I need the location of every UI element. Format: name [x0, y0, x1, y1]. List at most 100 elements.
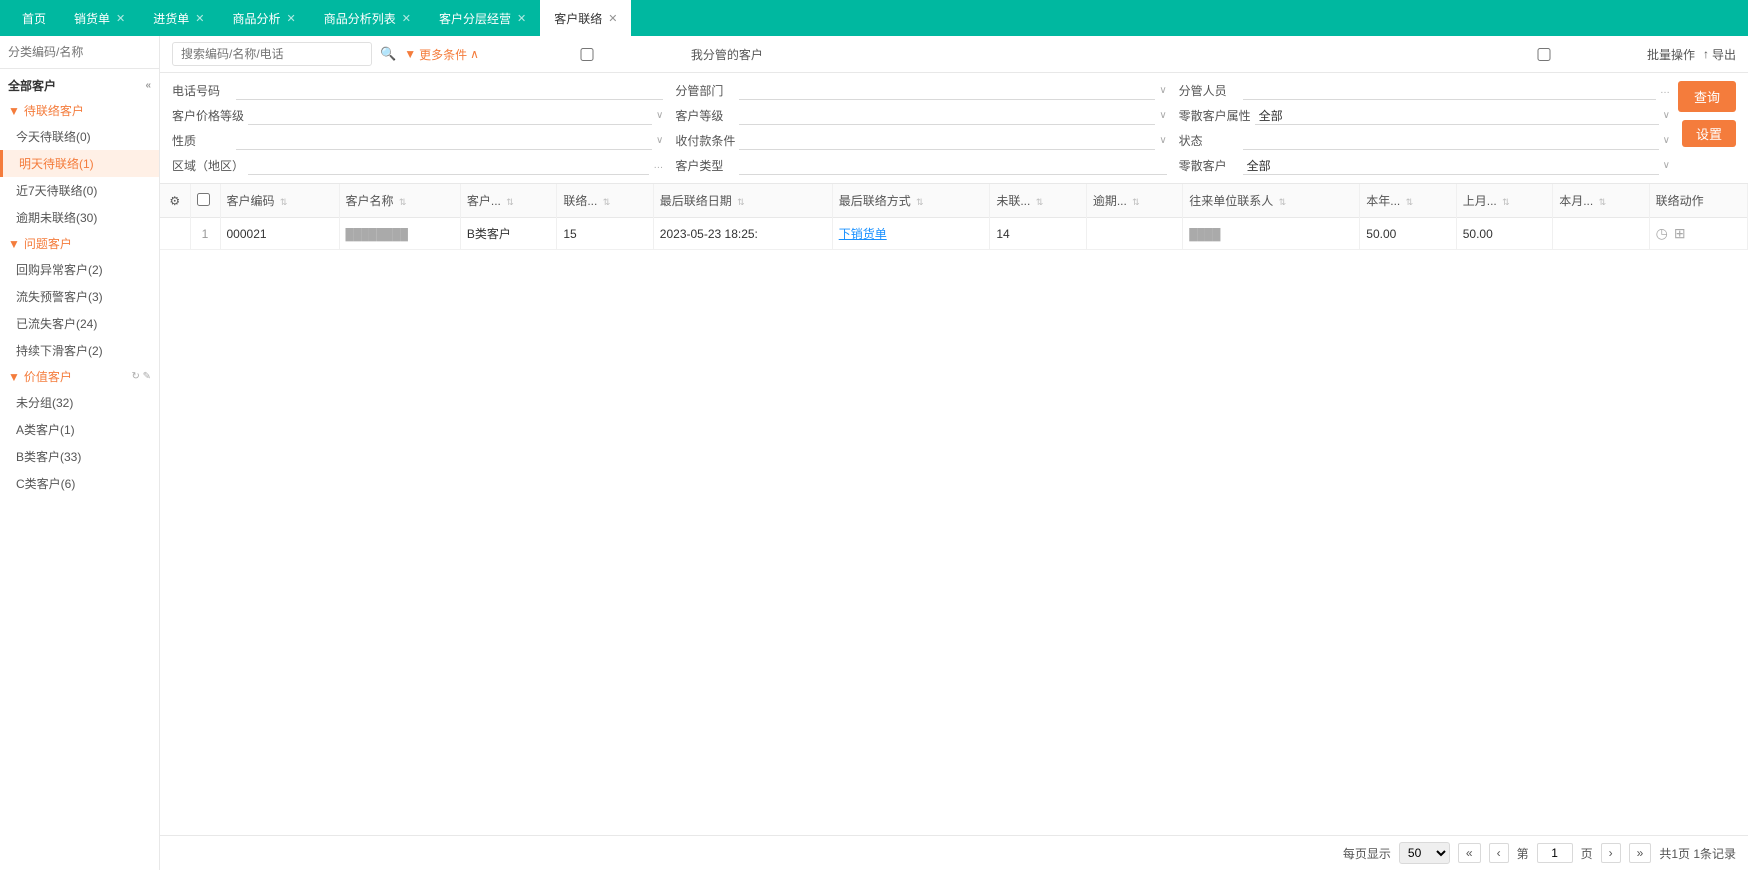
price-grade-dropdown-icon[interactable]: ∨ — [656, 110, 663, 121]
sidebar: 🔍 全部客户 « ▼ 待联络客户 今天待联络(0) 明天待联络(1) 近7天待联… — [0, 36, 160, 870]
price-grade-input[interactable] — [248, 106, 652, 125]
nav-customer-segmentation[interactable]: 客户分层经营 ✕ — [425, 0, 540, 36]
nature-input[interactable] — [236, 131, 652, 150]
th-this-month[interactable]: 本月... ⇅ — [1553, 184, 1649, 218]
sidebar-search-input[interactable] — [8, 45, 160, 59]
close-product-analysis[interactable]: ✕ — [287, 12, 296, 25]
group-label-problem-customers[interactable]: ▼ 问题客户 — [0, 231, 159, 256]
sidebar-item-tomorrow-contact[interactable]: 明天待联络(1) — [0, 150, 159, 177]
value-customers-icons[interactable]: ↻ ✎ — [131, 371, 151, 382]
th-name[interactable]: 客户名称 ⇅ — [339, 184, 460, 218]
retail-customer-input[interactable] — [1243, 156, 1659, 175]
status-input[interactable] — [1243, 131, 1659, 150]
sidebar-item-churned[interactable]: 已流失客户(24) — [0, 310, 159, 337]
sidebar-item-ungrouped[interactable]: 未分组(32) — [0, 389, 159, 416]
sidebar-item-today-contact[interactable]: 今天待联络(0) — [0, 123, 159, 150]
sidebar-item-class-b[interactable]: B类客户(33) — [0, 443, 159, 470]
batch-op-checkbox[interactable] — [1444, 48, 1644, 61]
customer-grade-dropdown-icon[interactable]: ∨ — [1159, 110, 1166, 121]
th-this-year[interactable]: 本年... ⇅ — [1360, 184, 1456, 218]
th-last-date[interactable]: 最后联络日期 ⇅ — [653, 184, 832, 218]
export-btn[interactable]: ↑ 导出 — [1703, 46, 1736, 63]
retail-customer-dropdown-icon[interactable]: ∨ — [1663, 160, 1670, 171]
nature-dropdown-icon[interactable]: ∨ — [656, 135, 663, 146]
nav-sales-order[interactable]: 销货单 ✕ — [60, 0, 139, 36]
select-all-checkbox[interactable] — [197, 193, 210, 206]
close-customer-segmentation[interactable]: ✕ — [517, 12, 526, 25]
last-page-btn[interactable]: » — [1629, 843, 1652, 863]
last-contact-method-link[interactable]: 下销货单 — [839, 227, 887, 241]
dept-dropdown-icon[interactable]: ∨ — [1159, 85, 1166, 96]
page-input[interactable] — [1537, 843, 1573, 863]
action-icon-2[interactable]: ⊞ — [1674, 225, 1686, 242]
sort-contact-icon: ⇅ — [603, 197, 611, 207]
th-last-month[interactable]: 上月... ⇅ — [1456, 184, 1552, 218]
payment-dropdown-icon[interactable]: ∨ — [1159, 135, 1166, 146]
first-page-btn[interactable]: « — [1458, 843, 1481, 863]
per-page-select[interactable]: 50 100 200 — [1399, 842, 1450, 864]
dept-input[interactable] — [739, 81, 1155, 100]
th-overdue[interactable]: 逾期... ⇅ — [1086, 184, 1182, 218]
sidebar-item-7day-contact[interactable]: 近7天待联络(0) — [0, 177, 159, 204]
td-this-month — [1553, 218, 1649, 250]
region-input[interactable] — [248, 156, 649, 175]
filter-cell-region: 区域（地区） … — [172, 156, 663, 175]
sort-last-method-icon: ⇅ — [916, 197, 924, 207]
th-type[interactable]: 客户... ⇅ — [460, 184, 556, 218]
nav-customer-contact[interactable]: 客户联络 ✕ — [540, 0, 631, 36]
gear-icon[interactable]: ⚙ — [169, 194, 180, 208]
status-dropdown-icon[interactable]: ∨ — [1663, 135, 1670, 146]
region-ellipsis-icon[interactable]: … — [653, 160, 663, 171]
th-contact[interactable]: 联络... ⇅ — [557, 184, 653, 218]
th-unit-contact[interactable]: 往来单位联系人 ⇅ — [1183, 184, 1360, 218]
th-uncontacted[interactable]: 未联... ⇅ — [990, 184, 1086, 218]
person-ellipsis-icon[interactable]: … — [1660, 85, 1670, 96]
nav-home[interactable]: 首页 — [8, 0, 60, 36]
th-code[interactable]: 客户编码 ⇅ — [220, 184, 339, 218]
next-page-btn[interactable]: › — [1601, 843, 1621, 863]
sidebar-item-churn-warning[interactable]: 流失预警客户(3) — [0, 283, 159, 310]
prev-page-btn[interactable]: ‹ — [1489, 843, 1509, 863]
close-sales-order[interactable]: ✕ — [116, 12, 125, 25]
customer-grade-input[interactable] — [739, 106, 1155, 125]
query-button[interactable]: 查询 — [1678, 81, 1736, 112]
my-customers-checkbox[interactable] — [487, 48, 687, 61]
group-label-value-customers[interactable]: ▼ 价值客户 ↻ ✎ — [0, 364, 159, 389]
person-input[interactable] — [1243, 81, 1656, 100]
nav-purchase-order[interactable]: 进货单 ✕ — [139, 0, 218, 36]
retail-attr-input[interactable] — [1255, 106, 1659, 125]
phone-input[interactable] — [236, 81, 663, 100]
payment-input[interactable] — [739, 131, 1155, 150]
group-label-pending-contact[interactable]: ▼ 待联络客户 — [0, 98, 159, 123]
td-action: ◷ ⊞ — [1649, 218, 1747, 250]
more-conditions-btn[interactable]: ▼ 更多条件 ∧ — [404, 46, 479, 63]
filter-cell-nature: 性质 ∨ — [172, 131, 663, 150]
sidebar-item-overdue-contact[interactable]: 逾期未联络(30) — [0, 204, 159, 231]
collapse-icon[interactable]: « — [145, 80, 151, 91]
settings-button[interactable]: 设置 — [1682, 120, 1736, 147]
customer-type-input[interactable] — [739, 156, 1166, 175]
filter-cell-retail-attr: 零散客户属性 ∨ — [1179, 106, 1670, 125]
close-purchase-order[interactable]: ✕ — [195, 12, 204, 25]
close-customer-contact[interactable]: ✕ — [608, 12, 617, 25]
th-last-method[interactable]: 最后联络方式 ⇅ — [832, 184, 990, 218]
search-input[interactable] — [172, 42, 372, 66]
batch-op-btn[interactable]: 批量操作 — [1444, 46, 1695, 63]
table-header-row: ⚙ 客户编码 ⇅ 客户名称 ⇅ — [160, 184, 1748, 218]
sidebar-item-class-a[interactable]: A类客户(1) — [0, 416, 159, 443]
sidebar-item-declining[interactable]: 持续下滑客户(2) — [0, 337, 159, 364]
all-customers-title[interactable]: 全部客户 « — [0, 69, 159, 98]
td-contact: 15 — [557, 218, 653, 250]
filter-row-1: 电话号码 分管部门 ∨ 分管人员 … — [172, 81, 1670, 100]
search-button[interactable]: 🔍 — [380, 46, 396, 62]
nav-product-analysis[interactable]: 商品分析 ✕ — [218, 0, 309, 36]
close-product-analysis-list[interactable]: ✕ — [402, 12, 411, 25]
action-icon-1[interactable]: ◷ — [1656, 225, 1668, 242]
retail-attr-dropdown-icon[interactable]: ∨ — [1663, 110, 1670, 121]
query-settings-wrap: 查询 设置 — [1678, 81, 1736, 147]
footer: 每页显示 50 100 200 « ‹ 第 页 › » 共1页 1条记录 — [160, 835, 1748, 870]
sidebar-item-class-c[interactable]: C类客户(6) — [0, 470, 159, 497]
nav-product-analysis-list[interactable]: 商品分析列表 ✕ — [310, 0, 425, 36]
td-this-year: 50.00 — [1360, 218, 1456, 250]
sidebar-item-repurchase-anomaly[interactable]: 回购异常客户(2) — [0, 256, 159, 283]
